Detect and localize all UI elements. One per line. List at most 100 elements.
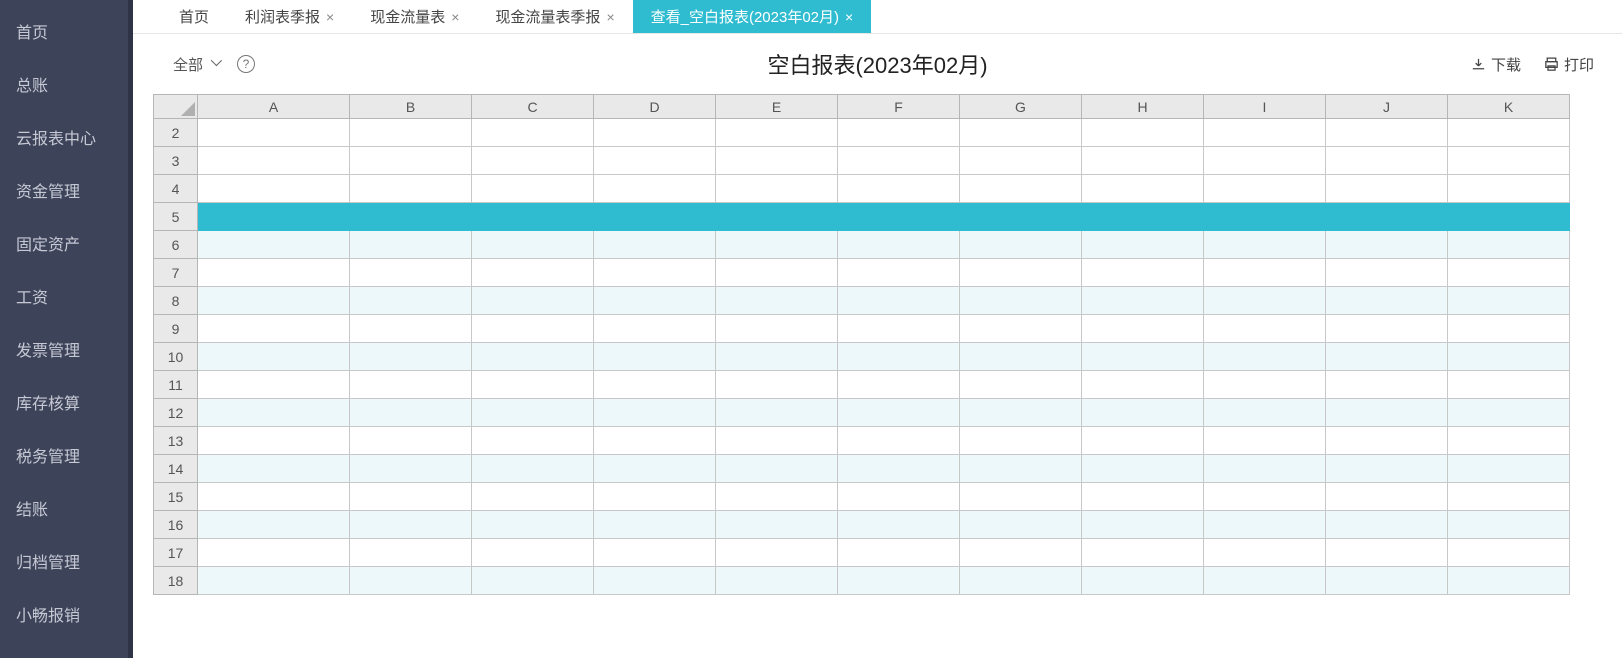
cell[interactable]: [838, 231, 960, 259]
cell[interactable]: [838, 203, 960, 231]
cell[interactable]: [472, 147, 594, 175]
cell[interactable]: [1448, 119, 1570, 147]
cell[interactable]: [1082, 203, 1204, 231]
cell[interactable]: [198, 175, 350, 203]
cell[interactable]: [594, 119, 716, 147]
cell[interactable]: [1082, 119, 1204, 147]
cell[interactable]: [960, 119, 1082, 147]
cell[interactable]: [716, 259, 838, 287]
cell[interactable]: [1204, 399, 1326, 427]
sidebar-item[interactable]: 库存核算: [0, 375, 128, 428]
filter-dropdown[interactable]: 全部 ?: [173, 54, 255, 75]
cell[interactable]: [198, 147, 350, 175]
cell[interactable]: [1448, 567, 1570, 595]
cell[interactable]: [198, 231, 350, 259]
cell[interactable]: [1204, 483, 1326, 511]
cell[interactable]: [1204, 539, 1326, 567]
row-header[interactable]: 18: [154, 567, 198, 595]
cell[interactable]: [350, 539, 472, 567]
cell[interactable]: [838, 315, 960, 343]
cell[interactable]: [594, 147, 716, 175]
tab[interactable]: 查看_空白报表(2023年02月)×: [633, 0, 872, 33]
cell[interactable]: [350, 483, 472, 511]
cell[interactable]: [594, 203, 716, 231]
cell[interactable]: [472, 231, 594, 259]
cell[interactable]: [1082, 315, 1204, 343]
cell[interactable]: [1204, 427, 1326, 455]
cell[interactable]: [350, 567, 472, 595]
column-header[interactable]: E: [716, 95, 838, 119]
column-header[interactable]: K: [1448, 95, 1570, 119]
sidebar-item[interactable]: 税务管理: [0, 428, 128, 481]
cell[interactable]: [838, 147, 960, 175]
cell[interactable]: [1326, 343, 1448, 371]
cell[interactable]: [1326, 315, 1448, 343]
cell[interactable]: [838, 567, 960, 595]
cell[interactable]: [350, 315, 472, 343]
cell[interactable]: [1082, 371, 1204, 399]
cell[interactable]: [716, 175, 838, 203]
cell[interactable]: [838, 511, 960, 539]
sidebar-item[interactable]: 结账: [0, 481, 128, 534]
sidebar-item[interactable]: 归档管理: [0, 534, 128, 587]
cell[interactable]: [960, 483, 1082, 511]
cell[interactable]: [838, 455, 960, 483]
cell[interactable]: [198, 371, 350, 399]
download-button[interactable]: 下载: [1470, 54, 1521, 75]
column-header[interactable]: B: [350, 95, 472, 119]
cell[interactable]: [472, 455, 594, 483]
row-header[interactable]: 13: [154, 427, 198, 455]
sidebar-item[interactable]: 固定资产: [0, 216, 128, 269]
row-header[interactable]: 7: [154, 259, 198, 287]
select-all-corner[interactable]: [154, 95, 198, 119]
cell[interactable]: [716, 119, 838, 147]
cell[interactable]: [1448, 203, 1570, 231]
cell[interactable]: [594, 511, 716, 539]
cell[interactable]: [960, 567, 1082, 595]
cell[interactable]: [1448, 455, 1570, 483]
cell[interactable]: [472, 371, 594, 399]
cell[interactable]: [1448, 371, 1570, 399]
cell[interactable]: [716, 287, 838, 315]
cell[interactable]: [198, 483, 350, 511]
cell[interactable]: [198, 539, 350, 567]
cell[interactable]: [472, 203, 594, 231]
cell[interactable]: [198, 119, 350, 147]
cell[interactable]: [960, 511, 1082, 539]
cell[interactable]: [350, 287, 472, 315]
cell[interactable]: [960, 231, 1082, 259]
cell[interactable]: [198, 399, 350, 427]
cell[interactable]: [1448, 427, 1570, 455]
cell[interactable]: [472, 427, 594, 455]
cell[interactable]: [1448, 175, 1570, 203]
cell[interactable]: [350, 231, 472, 259]
cell[interactable]: [1326, 175, 1448, 203]
cell[interactable]: [960, 371, 1082, 399]
cell[interactable]: [198, 259, 350, 287]
cell[interactable]: [1448, 343, 1570, 371]
cell[interactable]: [716, 539, 838, 567]
column-header[interactable]: C: [472, 95, 594, 119]
tab[interactable]: 利润表季报×: [227, 0, 352, 33]
cell[interactable]: [594, 455, 716, 483]
cell[interactable]: [716, 511, 838, 539]
cell[interactable]: [838, 539, 960, 567]
sidebar-item[interactable]: 小畅报销: [0, 587, 128, 640]
sidebar-item[interactable]: 云报表中心: [0, 110, 128, 163]
cell[interactable]: [716, 203, 838, 231]
column-header[interactable]: J: [1326, 95, 1448, 119]
cell[interactable]: [350, 175, 472, 203]
cell[interactable]: [594, 539, 716, 567]
cell[interactable]: [1082, 539, 1204, 567]
cell[interactable]: [1326, 203, 1448, 231]
sidebar-item[interactable]: 发票管理: [0, 322, 128, 375]
cell[interactable]: [1204, 119, 1326, 147]
tab[interactable]: 现金流量表×: [352, 0, 477, 33]
cell[interactable]: [1448, 539, 1570, 567]
cell[interactable]: [594, 231, 716, 259]
cell[interactable]: [960, 343, 1082, 371]
cell[interactable]: [1326, 231, 1448, 259]
cell[interactable]: [716, 231, 838, 259]
cell[interactable]: [1448, 511, 1570, 539]
cell[interactable]: [716, 147, 838, 175]
